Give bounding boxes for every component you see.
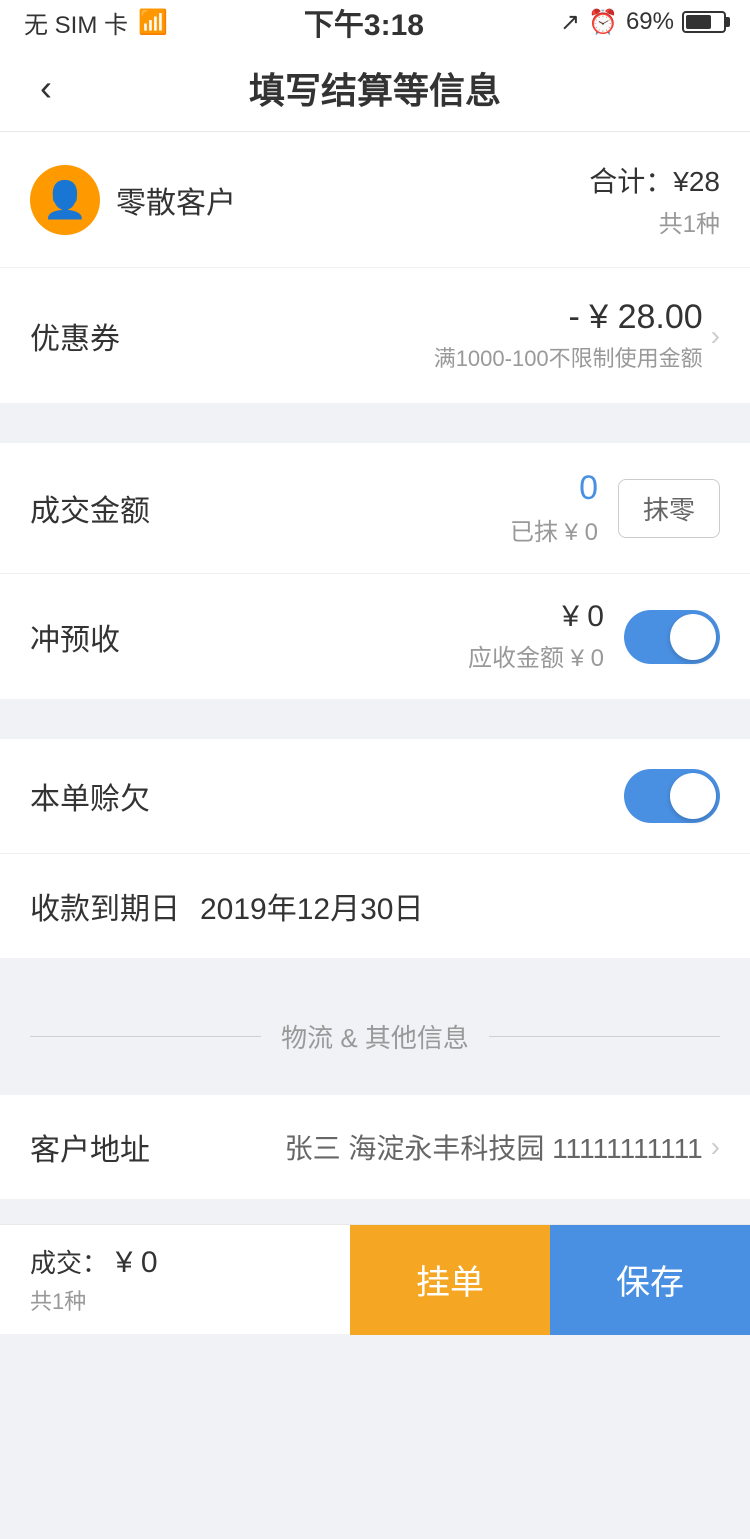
debt-toggle-knob xyxy=(670,773,716,819)
coupon-chevron-icon: › xyxy=(711,320,720,352)
prepayment-row: 冲预收 ¥ 0 应收金额 ¥ 0 xyxy=(0,574,750,699)
address-row[interactable]: 客户地址 张三 海淀永丰科技园 11111111111 › xyxy=(0,1095,750,1199)
address-section: 客户地址 张三 海淀永丰科技园 11111111111 › xyxy=(0,1095,750,1199)
battery-icon xyxy=(682,11,726,33)
status-right: ↗ ⏰ 69% xyxy=(560,8,726,37)
status-time: 下午3:18 xyxy=(304,0,424,44)
customer-right: 合计：¥28 共1种 xyxy=(589,160,720,239)
save-button[interactable]: 保存 xyxy=(550,1225,750,1335)
receivable-label: 应收金额 ¥ 0 xyxy=(468,638,604,673)
prepayment-amount: ¥ 0 xyxy=(468,600,604,634)
logistics-section-header: 物流 & 其他信息 xyxy=(0,998,750,1075)
coupon-value-block: - ¥ 28.00 满1000-100不限制使用金额 xyxy=(434,298,703,373)
address-chevron-icon: › xyxy=(711,1131,720,1163)
bottom-count: 共1种 xyxy=(30,1284,320,1316)
transaction-value: 0 xyxy=(510,469,598,508)
nav-bar: ‹ 填写结算等信息 xyxy=(0,44,750,132)
customer-row: 👤 零散客户 合计：¥28 共1种 xyxy=(0,132,750,267)
total-amount: 合计：¥28 xyxy=(589,160,720,200)
location-icon: ↗ xyxy=(560,8,580,37)
customer-left: 👤 零散客户 xyxy=(30,165,236,235)
address-value: 张三 海淀永丰科技园 11111111111 xyxy=(285,1127,703,1167)
due-date-value: 2019年12月30日 xyxy=(200,884,423,928)
avatar-icon: 👤 xyxy=(43,179,88,221)
address-label: 客户地址 xyxy=(30,1125,150,1169)
due-date-label: 收款到期日 xyxy=(30,884,180,928)
prepayment-toggle[interactable] xyxy=(624,610,720,664)
coupon-right: - ¥ 28.00 满1000-100不限制使用金额 › xyxy=(434,298,720,373)
transaction-section: 成交金额 0 已抹 ¥ 0 抹零 冲预收 ¥ 0 应收金额 ¥ 0 xyxy=(0,443,750,699)
debt-toggle[interactable] xyxy=(624,769,720,823)
transaction-row: 成交金额 0 已抹 ¥ 0 抹零 xyxy=(0,443,750,574)
coupon-row[interactable]: 优惠券 - ¥ 28.00 满1000-100不限制使用金额 › xyxy=(0,267,750,403)
divider-4 xyxy=(0,1075,750,1095)
address-right: 张三 海淀永丰科技园 11111111111 › xyxy=(285,1127,720,1167)
bottom-deal-line: 成交： ¥ 0 xyxy=(30,1243,320,1280)
transaction-value-block: 0 已抹 ¥ 0 xyxy=(510,469,598,547)
nav-title: 填写结算等信息 xyxy=(249,62,501,114)
customer-name: 零散客户 xyxy=(116,178,236,222)
battery-percent: 69% xyxy=(626,8,674,36)
bottom-deal-amount: ¥ 0 xyxy=(116,1246,158,1279)
prepayment-amount-block: ¥ 0 应收金额 ¥ 0 xyxy=(468,600,604,673)
total-count: 共1种 xyxy=(589,204,720,239)
status-left: 无 SIM 卡 📶 xyxy=(24,5,168,40)
alarm-icon: ⏰ xyxy=(588,8,618,37)
header-line-right xyxy=(489,1036,720,1037)
prepayment-label: 冲预收 xyxy=(30,615,120,659)
pending-button[interactable]: 挂单 xyxy=(350,1225,550,1335)
already-deducted: 已抹 ¥ 0 xyxy=(510,512,598,547)
coupon-label: 优惠券 xyxy=(30,314,120,358)
logistics-label: 物流 & 其他信息 xyxy=(261,1018,489,1055)
bottom-deal-label: 成交： xyxy=(30,1248,108,1278)
status-bar: 无 SIM 卡 📶 下午3:18 ↗ ⏰ 69% xyxy=(0,0,750,44)
toggle-knob xyxy=(670,614,716,660)
carrier-text: 无 SIM 卡 xyxy=(24,5,128,40)
transaction-label: 成交金额 xyxy=(30,486,150,530)
coupon-discount: - ¥ 28.00 xyxy=(434,298,703,337)
bottom-info: 成交： ¥ 0 共1种 xyxy=(0,1243,350,1316)
divider-2 xyxy=(0,719,750,739)
prepayment-right: ¥ 0 应收金额 ¥ 0 xyxy=(468,600,720,673)
debt-section: 本单赊欠 收款到期日 2019年12月30日 xyxy=(0,739,750,958)
wifi-icon: 📶 xyxy=(138,8,168,37)
debt-row: 本单赊欠 xyxy=(0,739,750,853)
round-button[interactable]: 抹零 xyxy=(618,479,720,538)
due-date-row: 收款到期日 2019年12月30日 xyxy=(0,853,750,958)
transaction-right: 0 已抹 ¥ 0 抹零 xyxy=(510,469,720,547)
bottom-bar: 成交： ¥ 0 共1种 挂单 保存 xyxy=(0,1224,750,1334)
coupon-description: 满1000-100不限制使用金额 xyxy=(434,341,703,373)
divider-1 xyxy=(0,423,750,443)
header-line-left xyxy=(30,1036,261,1037)
debt-label: 本单赊欠 xyxy=(30,774,150,818)
avatar: 👤 xyxy=(30,165,100,235)
back-button[interactable]: ‹ xyxy=(30,57,62,119)
customer-section: 👤 零散客户 合计：¥28 共1种 优惠券 - ¥ 28.00 满1000-10… xyxy=(0,132,750,403)
divider-3 xyxy=(0,978,750,998)
